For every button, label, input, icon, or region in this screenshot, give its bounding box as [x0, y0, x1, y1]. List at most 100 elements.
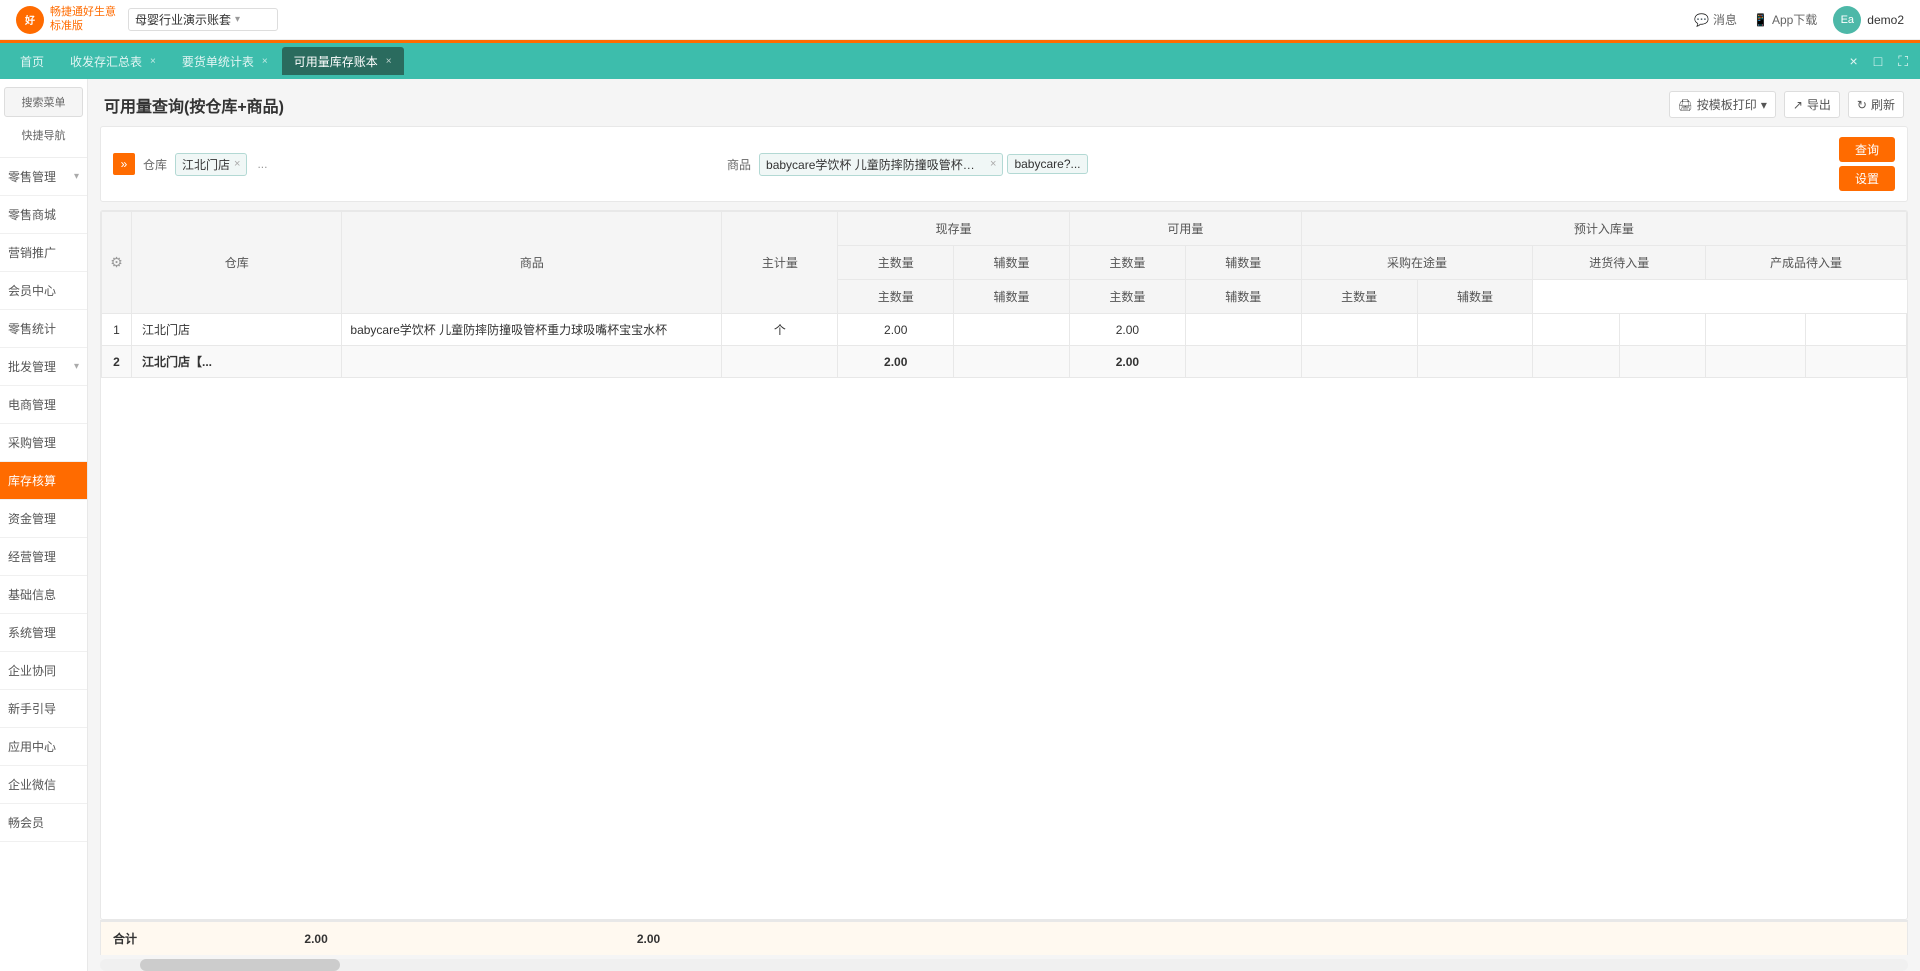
sidebar-item-newbie[interactable]: 新手引导 [0, 690, 87, 728]
sidebar-item-member2[interactable]: 畅会员 [0, 804, 87, 842]
sidebar-item-ecommerce[interactable]: 电商管理 [0, 386, 87, 424]
sidebar-item-operations[interactable]: 经营管理 [0, 538, 87, 576]
logo-icon: 好 [16, 6, 44, 34]
setting-button[interactable]: 设置 [1839, 166, 1895, 191]
tab-recv-summary[interactable]: 收发存汇总表 × [58, 47, 168, 75]
table-container: ⚙ 仓库 商品 主计量 现存量 可用量 预计入库量 主数量 辅数量 主数量 辅数… [100, 210, 1908, 920]
sidebar-item-newbie-label: 新手引导 [8, 700, 56, 717]
sidebar-item-inventory[interactable]: 库存核算 [0, 462, 87, 500]
company-selector[interactable]: 母婴行业演示账套 ▾ [128, 8, 278, 31]
tab-home[interactable]: 首页 [8, 47, 56, 75]
tab-bar-right: × □ ⛶ [1846, 51, 1912, 72]
tab-expand-icon[interactable]: □ [1870, 51, 1886, 71]
tab-bar: 首页 收发存汇总表 × 要货单统计表 × 可用量库存账本 × × □ ⛶ [0, 43, 1920, 79]
scroll-thumb[interactable] [140, 959, 340, 971]
tab-close-all-icon[interactable]: × [1846, 51, 1862, 71]
export-button[interactable]: ↗ 导出 [1784, 91, 1840, 118]
td-product-1: babycare学饮杯 儿童防摔防撞吸管杯重力球吸嘴杯宝宝水杯 [342, 314, 722, 346]
th-production-pending: 产成品待入量 [1706, 246, 1907, 280]
table-row-subtotal: 2 江北门店【... 2.00 2.00 [102, 346, 1907, 378]
inventory-table: ⚙ 仓库 商品 主计量 现存量 可用量 预计入库量 主数量 辅数量 主数量 辅数… [101, 211, 1907, 378]
filter-expand-button[interactable]: » [113, 153, 135, 175]
query-button[interactable]: 查询 [1839, 137, 1895, 162]
tab-order-stats[interactable]: 要货单统计表 × [170, 47, 280, 75]
app-download-button[interactable]: 📱 App下载 [1753, 11, 1817, 28]
footer-label: 合计 [113, 930, 233, 947]
sidebar-item-member[interactable]: 会员中心 [0, 272, 87, 310]
scroll-bar-area [100, 959, 1908, 971]
messages-button[interactable]: 💬 消息 [1694, 11, 1737, 28]
th-main-unit: 主计量 [722, 212, 838, 314]
filter-more-icon[interactable]: ... [251, 155, 273, 173]
chevron-icon-wholesale: ▾ [74, 361, 79, 372]
quick-nav-button[interactable]: 快捷导航 [4, 121, 83, 149]
remove-product-tag-icon[interactable]: × [990, 158, 996, 170]
tab-fullscreen-icon[interactable]: ⛶ [1894, 51, 1912, 72]
settings-icon[interactable]: ⚙ [110, 254, 123, 270]
sidebar-item-wholesale-label: 批发管理 [8, 358, 56, 375]
td-no-2: 2 [102, 346, 132, 378]
table-footer: 合计 2.00 2.00 [100, 920, 1908, 955]
th-arrival-aux: 辅数量 [1185, 280, 1301, 314]
sidebar-item-app-center[interactable]: 应用中心 [0, 728, 87, 766]
th-production-aux: 辅数量 [1417, 280, 1533, 314]
product-tag-babycare[interactable]: babycare学饮杯 儿童防摔防撞吸管杯重力球吸嘴杯宝宝水杯 × [759, 153, 1003, 176]
top-bar-right: 💬 消息 📱 App下载 Ea demo2 [1694, 6, 1904, 34]
export-icon: ↗ [1793, 98, 1803, 112]
td-arrival-main-1 [1533, 314, 1619, 346]
th-warehouse: 仓库 [132, 212, 342, 314]
remove-warehouse-tag-icon[interactable]: × [234, 158, 240, 170]
th-avail-aux: 辅数量 [1185, 246, 1301, 280]
product-filter-tags: babycare学饮杯 儿童防摔防撞吸管杯重力球吸嘴杯宝宝水杯 × babyca… [759, 153, 1831, 176]
download-icon: 📱 [1753, 13, 1768, 27]
refresh-button[interactable]: ↻ 刷新 [1848, 91, 1904, 118]
th-expected-in: 预计入库量 [1301, 212, 1906, 246]
th-current-aux: 辅数量 [954, 246, 1070, 280]
tab-recv-summary-close[interactable]: × [150, 56, 156, 67]
sidebar-item-basic-label: 基础信息 [8, 586, 56, 603]
tab-order-stats-close[interactable]: × [262, 56, 268, 67]
tab-avail-inventory[interactable]: 可用量库存账本 × [282, 47, 404, 75]
footer-values: 2.00 2.00 [233, 932, 1895, 946]
user-name: demo2 [1867, 13, 1904, 27]
sidebar-item-basic[interactable]: 基础信息 [0, 576, 87, 614]
footer-arrival-aux [1396, 932, 1562, 946]
tab-avail-inventory-close[interactable]: × [386, 56, 392, 67]
layout: 搜索菜单 快捷导航 零售管理 ▾ 零售商城 营销推广 会员中心 零售统计 批发管… [0, 79, 1920, 971]
th-settings: ⚙ [102, 212, 132, 314]
logo-text: 畅捷通好生意 标准版 [50, 6, 116, 32]
th-product: 商品 [342, 212, 722, 314]
page-actions: 🖨 按模板打印 ▾ ↗ 导出 ↻ 刷新 [1669, 91, 1904, 118]
user-area[interactable]: Ea demo2 [1833, 6, 1904, 34]
warehouse-tag-jiangbei[interactable]: 江北门店 × [175, 153, 247, 176]
search-menu-button[interactable]: 搜索菜单 [4, 87, 83, 117]
sidebar-item-system[interactable]: 系统管理 [0, 614, 87, 652]
page-title: 可用量查询(按仓库+商品) [104, 93, 284, 117]
td-avail-main-1: 2.00 [1069, 314, 1185, 346]
sidebar-item-wholesale[interactable]: 批发管理 ▾ [0, 348, 87, 386]
tab-home-label: 首页 [20, 53, 44, 70]
chevron-down-icon: ▾ [235, 14, 240, 25]
td-pur-transit-main-2 [1301, 346, 1417, 378]
td-prod-main-1 [1706, 314, 1806, 346]
sidebar-item-finance[interactable]: 资金管理 [0, 500, 87, 538]
sidebar-item-purchase[interactable]: 采购管理 [0, 424, 87, 462]
sidebar-item-wechat-label: 企业微信 [8, 776, 56, 793]
sidebar-item-retail-stats[interactable]: 零售统计 [0, 310, 87, 348]
product-tag-babycare2[interactable]: babycare?... [1007, 154, 1087, 174]
th-available: 可用量 [1069, 212, 1301, 246]
td-unit-2 [722, 346, 838, 378]
th-arrival-main: 主数量 [1069, 280, 1185, 314]
sidebar-item-retail-mall[interactable]: 零售商城 [0, 196, 87, 234]
footer-purchase-main [898, 932, 1064, 946]
sidebar-item-retail[interactable]: 零售管理 ▾ [0, 158, 87, 196]
print-button[interactable]: 🖨 按模板打印 ▾ [1669, 91, 1776, 118]
sidebar-item-operations-label: 经营管理 [8, 548, 56, 565]
sidebar-item-enterprise[interactable]: 企业协同 [0, 652, 87, 690]
message-icon: 💬 [1694, 13, 1709, 27]
td-prod-aux-1 [1806, 314, 1907, 346]
td-unit-1: 个 [722, 314, 838, 346]
sidebar-item-wechat[interactable]: 企业微信 [0, 766, 87, 804]
sidebar-item-marketing[interactable]: 营销推广 [0, 234, 87, 272]
th-purchase-transit-main: 主数量 [838, 280, 954, 314]
